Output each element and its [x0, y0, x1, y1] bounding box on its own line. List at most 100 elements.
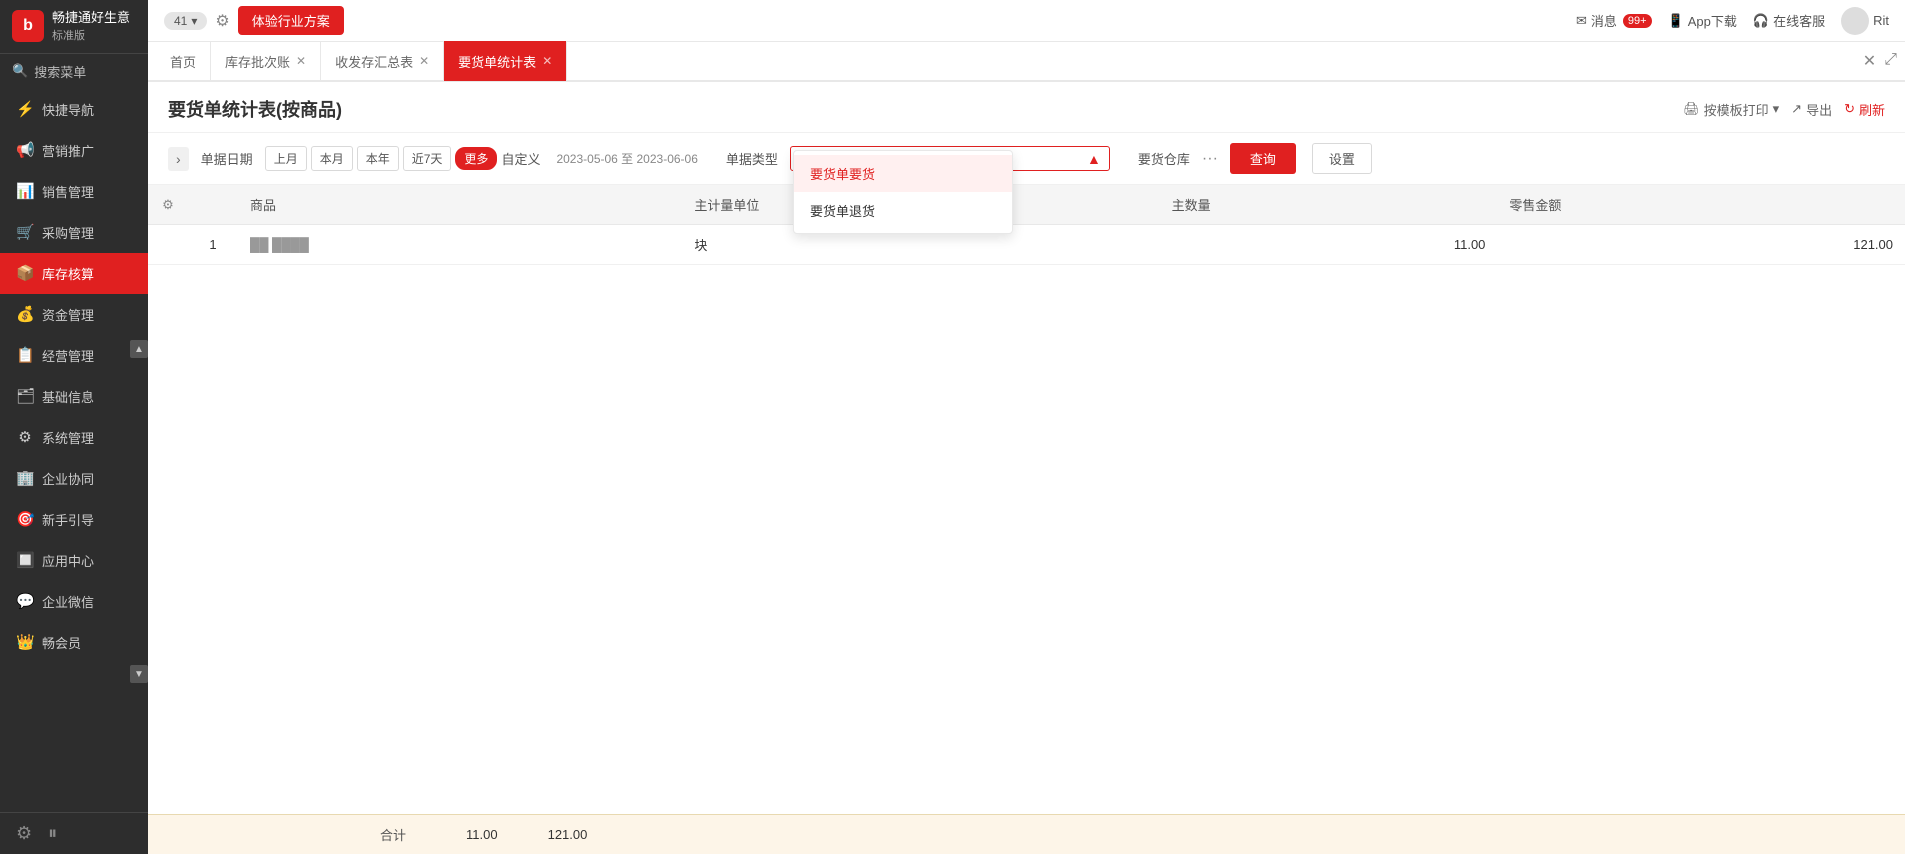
dropdown-item-order-return[interactable]: 要货单退货: [794, 192, 1012, 229]
avatar: [1841, 7, 1869, 35]
tab-label-home: 首页: [170, 52, 196, 71]
badge-arrow: ▾: [191, 14, 197, 28]
tab-close-inventory-batch[interactable]: ✕: [296, 54, 306, 68]
tab-close-order-stats[interactable]: ✕: [542, 54, 552, 68]
topbar-badge: 41 ▾: [164, 12, 207, 30]
topbar-gear-icon[interactable]: ⚙: [215, 11, 229, 31]
finance-icon: 💰: [16, 305, 34, 323]
tab-home[interactable]: 首页: [156, 41, 211, 81]
system-icon: ⚙: [16, 428, 34, 446]
sidebar-item-finance[interactable]: 💰 资金管理: [0, 294, 148, 335]
headset-icon: 🎧: [1753, 13, 1769, 29]
operations-icon: 📋: [16, 346, 34, 364]
type-dropdown-arrow[interactable]: ▲: [1079, 151, 1109, 167]
tab-order-stats[interactable]: 要货单统计表 ✕: [444, 41, 567, 81]
filter-area: › 单据日期 上月 本月 本年 近7天 更多 自定义 2023-05-06 至 …: [148, 133, 1905, 185]
date-custom-label[interactable]: 自定义: [501, 149, 540, 168]
phone-icon: 📱: [1668, 13, 1684, 29]
basic-icon: 🗂: [16, 387, 34, 405]
sidebar-item-system[interactable]: ⚙ 系统管理: [0, 417, 148, 458]
logo-subtitle: 标准版: [52, 27, 130, 43]
sidebar-item-marketing[interactable]: 📢 营销推广: [0, 130, 148, 171]
sidebar-item-wechat[interactable]: 💬 企业微信: [0, 581, 148, 622]
warehouse-more-btn[interactable]: ···: [1202, 150, 1218, 168]
sidebar-scroll-down[interactable]: ▼: [130, 665, 148, 683]
sidebar-item-quick-nav[interactable]: ⚡ 快捷导航: [0, 89, 148, 130]
warehouse-filter-label: 要货仓库: [1138, 149, 1190, 168]
refresh-icon: ↻: [1844, 101, 1855, 117]
date-filter-label: 单据日期: [201, 149, 253, 168]
table-area: ⚙ 商品 主计量单位 主数量 零售金额 1 ██ ████ 块 11.00 12…: [148, 185, 1905, 814]
row-quantity: 11.00: [1160, 225, 1498, 265]
date-this-month[interactable]: 本月: [311, 146, 353, 171]
topbar: 41 ▾ ⚙ 体验行业方案 ✉ 消息 99+ 📱 App下载 🎧 在线客服 R: [148, 0, 1905, 42]
sidebar-item-basic[interactable]: 🗂 基础信息: [0, 376, 148, 417]
trial-button[interactable]: 体验行业方案: [238, 6, 344, 35]
sidebar-item-member[interactable]: 👑 畅会员: [0, 622, 148, 663]
date-last-7-days[interactable]: 近7天: [403, 146, 452, 171]
table-header-gear[interactable]: ⚙: [148, 185, 188, 225]
page-header: 要货单统计表(按商品) 🖨 按模板打印 ▾ ↗ 导出 ↻ 刷新: [148, 82, 1905, 133]
message-icon: ✉: [1576, 13, 1587, 29]
footer-quantity: 11.00: [406, 827, 498, 842]
sidebar-item-purchase[interactable]: 🛒 采购管理: [0, 212, 148, 253]
tab-close-all[interactable]: ✕: [1863, 51, 1876, 71]
sidebar-search[interactable]: 🔍 搜索菜单: [0, 54, 148, 89]
sidebar-item-guide[interactable]: 🎯 新手引导: [0, 499, 148, 540]
footer-amount: 121.00: [498, 827, 588, 842]
print-button[interactable]: 🖨 按模板打印 ▾: [1683, 100, 1779, 119]
sidebar-logo: b 畅捷通好生意 标准版: [0, 0, 148, 54]
dropdown-item-order-goods[interactable]: 要货单要货: [794, 155, 1012, 192]
tabbar-right-controls: ✕ ⤢: [1863, 51, 1897, 71]
quick-nav-icon: ⚡: [16, 100, 34, 118]
logo-title: 畅捷通好生意: [52, 10, 130, 27]
sidebar-item-enterprise[interactable]: 🏢 企业协同: [0, 458, 148, 499]
sidebar-label-basic: 基础信息: [42, 387, 94, 406]
sales-icon: 📊: [16, 182, 34, 200]
tab-receive-summary[interactable]: 收发存汇总表 ✕: [321, 41, 444, 81]
date-last-month[interactable]: 上月: [265, 146, 307, 171]
guide-icon: 🎯: [16, 510, 34, 528]
sidebar-label-apps: 应用中心: [42, 551, 94, 570]
table-header-product: 商品: [238, 185, 682, 225]
main-area: 41 ▾ ⚙ 体验行业方案 ✉ 消息 99+ 📱 App下载 🎧 在线客服 R: [148, 0, 1905, 854]
sidebar-label-purchase: 采购管理: [42, 223, 94, 242]
export-button[interactable]: ↗ 导出: [1791, 100, 1832, 119]
sidebar-label-guide: 新手引导: [42, 510, 94, 529]
sidebar-item-inventory[interactable]: 📦 库存核算: [0, 253, 148, 294]
row-amount: 121.00: [1497, 225, 1905, 265]
app-download-button[interactable]: 📱 App下载: [1668, 11, 1737, 30]
date-this-year[interactable]: 本年: [357, 146, 399, 171]
collapse-icon[interactable]: ⏸: [48, 823, 57, 844]
user-profile[interactable]: Rit: [1841, 7, 1889, 35]
content-area: 要货单统计表(按商品) 🖨 按模板打印 ▾ ↗ 导出 ↻ 刷新 ›: [148, 82, 1905, 854]
tab-expand[interactable]: ⤢: [1884, 51, 1897, 71]
table-footer: 合计 11.00 121.00: [148, 814, 1905, 854]
settings-icon[interactable]: ⚙: [16, 823, 32, 844]
date-range-text: 2023-05-06 至 2023-06-06: [556, 150, 697, 167]
tab-inventory-batch[interactable]: 库存批次账 ✕: [211, 41, 321, 81]
sidebar-nav: ⚡ 快捷导航📢 营销推广📊 销售管理🛒 采购管理📦 库存核算💰 资金管理📋 经营…: [0, 89, 148, 812]
sidebar-item-apps[interactable]: 🔲 应用中心: [0, 540, 148, 581]
sidebar-label-quick-nav: 快捷导航: [42, 100, 94, 119]
sidebar-label-member: 畅会员: [42, 633, 81, 652]
member-icon: 👑: [16, 633, 34, 651]
export-icon: ↗: [1791, 101, 1802, 117]
sidebar-label-inventory: 库存核算: [42, 264, 94, 283]
sidebar-item-operations[interactable]: 📋 经营管理: [0, 335, 148, 376]
sidebar-item-sales[interactable]: 📊 销售管理: [0, 171, 148, 212]
online-service-button[interactable]: 🎧 在线客服: [1753, 11, 1825, 30]
refresh-button[interactable]: ↻ 刷新: [1844, 100, 1885, 119]
row-product: ██ ████: [238, 225, 682, 265]
filter-toggle-button[interactable]: ›: [168, 147, 189, 171]
apps-icon: 🔲: [16, 551, 34, 569]
sidebar: b 畅捷通好生意 标准版 🔍 搜索菜单 ⚡ 快捷导航📢 营销推广📊 销售管理🛒 …: [0, 0, 148, 854]
date-more-button[interactable]: 更多: [455, 147, 497, 170]
query-button[interactable]: 查询: [1230, 143, 1296, 174]
tab-close-receive-summary[interactable]: ✕: [419, 54, 429, 68]
sidebar-scroll-up[interactable]: ▲: [130, 340, 148, 358]
messages-button[interactable]: ✉ 消息 99+: [1576, 11, 1652, 30]
settings-button[interactable]: 设置: [1312, 143, 1372, 174]
table-header-index: [188, 185, 238, 225]
wechat-icon: 💬: [16, 592, 34, 610]
